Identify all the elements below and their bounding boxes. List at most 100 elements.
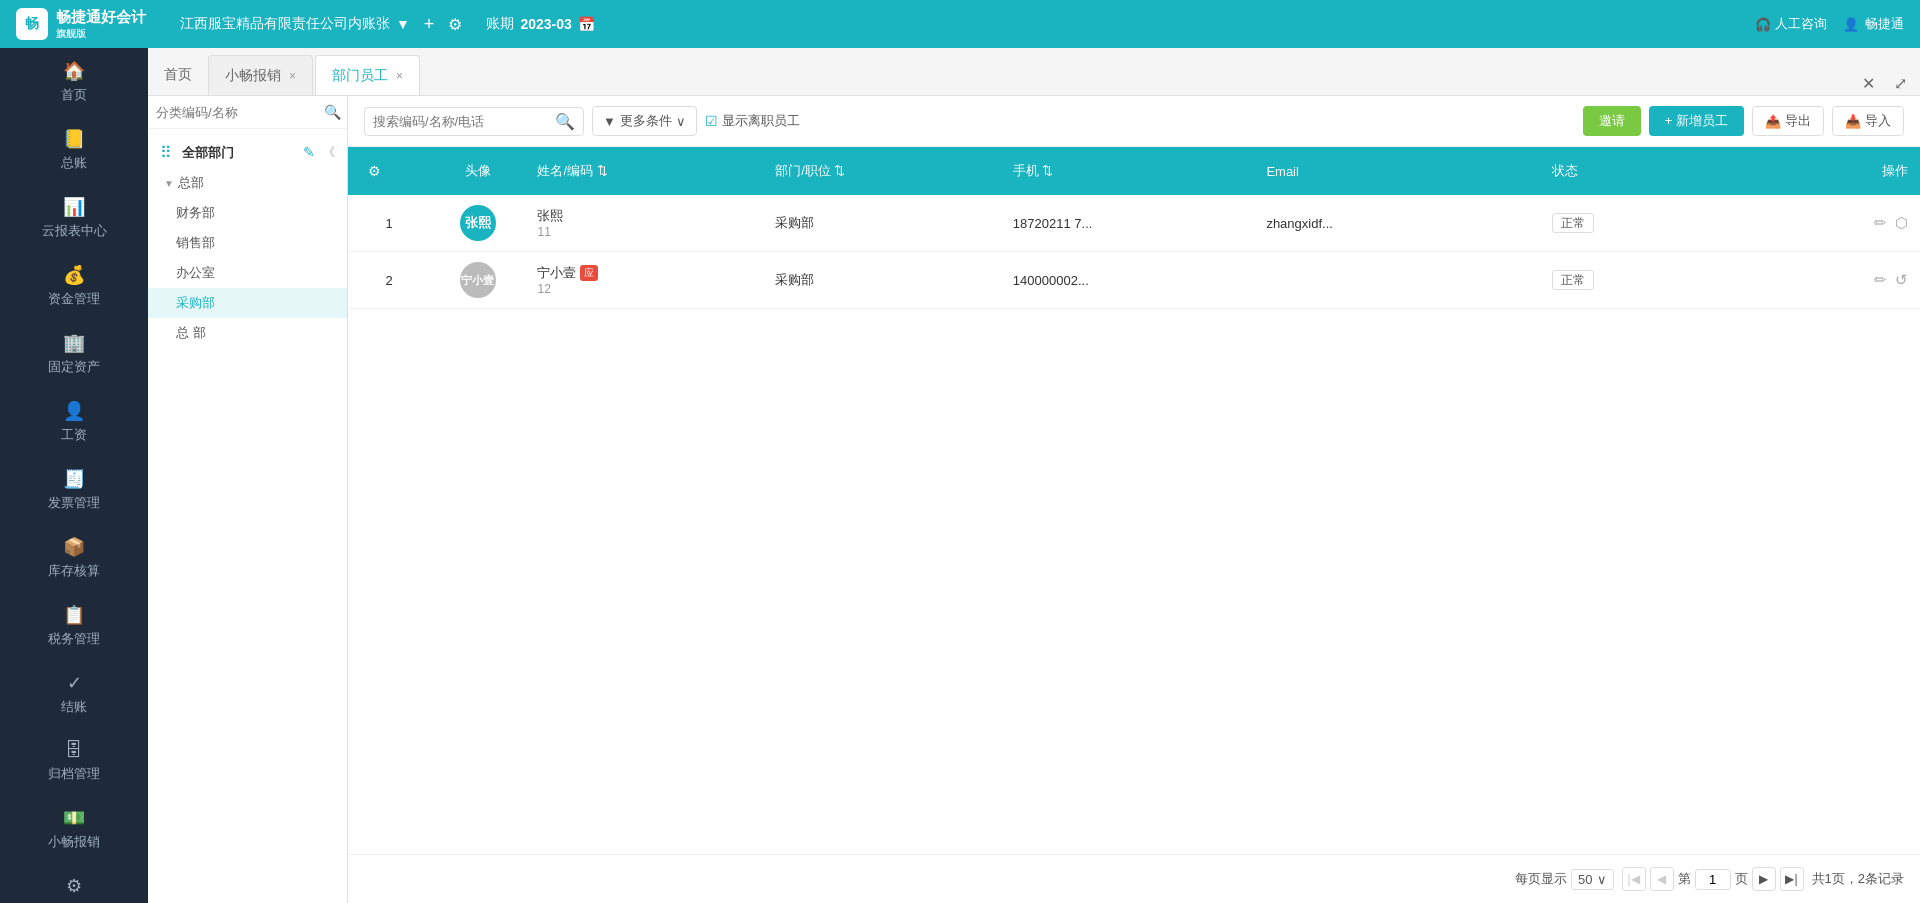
sidebar: 🏠 首页 📒 总账 📊 云报表中心 💰 资金管理 🏢 固定资产 👤 工资 🧾 发… xyxy=(0,48,148,903)
tab-close-dept[interactable]: × xyxy=(396,69,403,83)
assets-icon: 🏢 xyxy=(63,332,85,354)
row-status-2: 正常 xyxy=(1540,252,1730,309)
tab-dept[interactable]: 部门员工 × xyxy=(315,55,420,95)
row-name-1: 张熙 11 xyxy=(525,195,763,252)
sidebar-item-ledger[interactable]: 📒 总账 xyxy=(0,116,148,184)
row-status-1: 正常 xyxy=(1540,195,1730,252)
topbar-right: 🎧 人工咨询 👤 畅捷通 xyxy=(1755,15,1904,33)
tabs-bar: 首页 小畅报销 × 部门员工 × ✕ ⤢ xyxy=(148,48,1920,96)
reports-icon: 📊 xyxy=(63,196,85,218)
tab-expense[interactable]: 小畅报销 × xyxy=(208,55,313,95)
edit-icon-1[interactable]: ✏ xyxy=(1874,214,1887,232)
search-icon: 🔍 xyxy=(324,104,341,120)
page-size: 每页显示 50 ∨ xyxy=(1515,869,1613,890)
col-phone-header[interactable]: 手机 ⇅ xyxy=(1001,147,1255,195)
period: 账期 2023-03 📅 xyxy=(486,15,594,33)
import-icon: 📥 xyxy=(1845,114,1861,129)
table-row: 1 张熙 张熙 11 采购部 xyxy=(348,195,1920,252)
capital-icon: 💰 xyxy=(63,264,85,286)
employee-search-box: 🔍 xyxy=(364,107,584,136)
add-employee-button[interactable]: + 新增员工 xyxy=(1649,106,1744,136)
invoice-icon: 🧾 xyxy=(63,468,85,490)
dept-item-finance[interactable]: 财务部 xyxy=(148,198,347,228)
collapse-icon[interactable]: 《 xyxy=(323,144,335,161)
row-phone-2: 140000002... xyxy=(1001,252,1255,309)
last-page-button[interactable]: ▶| xyxy=(1780,867,1804,891)
dept-item-office[interactable]: 办公室 xyxy=(148,258,347,288)
headset-icon: 🎧 xyxy=(1755,17,1771,32)
sidebar-label-reports: 云报表中心 xyxy=(42,222,107,240)
dept-root[interactable]: ▼ 总部 xyxy=(148,168,347,198)
page-nav: |◀ ◀ 第 页 ▶ ▶| xyxy=(1622,867,1804,891)
dept-item-sales[interactable]: 销售部 xyxy=(148,228,347,258)
sidebar-label-home: 首页 xyxy=(61,86,87,104)
next-page-button[interactable]: ▶ xyxy=(1752,867,1776,891)
row-email-2 xyxy=(1254,252,1539,309)
col-email-header: Email xyxy=(1254,147,1539,195)
sidebar-item-capital[interactable]: 💰 资金管理 xyxy=(0,252,148,320)
row-avatar-2: 宁小壹 xyxy=(430,252,525,309)
employee-code-2: 12 xyxy=(537,282,751,296)
sidebar-item-invoice[interactable]: 🧾 发票管理 xyxy=(0,456,148,524)
dept-search-box: 🔍 xyxy=(148,96,347,129)
invite-button[interactable]: 邀请 xyxy=(1583,106,1641,136)
all-dept-header[interactable]: ⠿ 全部部门 ✎ 《 xyxy=(148,137,347,168)
filter-button[interactable]: ▼ 更多条件 ∨ xyxy=(592,106,697,136)
page-size-select[interactable]: 50 ∨ xyxy=(1571,869,1613,890)
window-maximize-button[interactable]: ⤢ xyxy=(1888,71,1912,95)
edit-icon-2[interactable]: ✏ xyxy=(1874,271,1887,289)
sidebar-item-close[interactable]: ✓ 结账 xyxy=(0,660,148,728)
window-close-button[interactable]: ✕ xyxy=(1856,71,1880,95)
add-dept-icon[interactable]: ✎ xyxy=(303,144,315,161)
sidebar-label-close: 结账 xyxy=(61,698,87,716)
logout-icon-1[interactable]: ⬡ xyxy=(1895,214,1908,232)
tab-home[interactable]: 首页 xyxy=(148,55,208,95)
sidebar-item-inventory[interactable]: 📦 库存核算 xyxy=(0,524,148,592)
status-badge-2: 正常 xyxy=(1552,270,1594,290)
employee-code-1: 11 xyxy=(537,225,751,239)
import-button[interactable]: 📥 导入 xyxy=(1832,106,1904,136)
avatar-1: 张熙 xyxy=(460,205,496,241)
dept-search-input[interactable] xyxy=(156,105,324,120)
col-action-header: 操作 xyxy=(1730,147,1920,195)
dept-tree: ⠿ 全部部门 ✎ 《 ▼ 总部 财务部 销售部 办公室 采购部 xyxy=(148,129,347,903)
inventory-icon: 📦 xyxy=(63,536,85,558)
consult-button[interactable]: 🎧 人工咨询 xyxy=(1755,15,1827,33)
col-settings[interactable]: ⚙ xyxy=(348,147,430,195)
ledger-icon: 📒 xyxy=(63,128,85,150)
prev-page-button[interactable]: ◀ xyxy=(1650,867,1674,891)
sidebar-item-salary[interactable]: 👤 工资 xyxy=(0,388,148,456)
row-num-2: 2 xyxy=(348,252,430,309)
delete-icon-2[interactable]: ↺ xyxy=(1895,271,1908,289)
export-button[interactable]: 📤 导出 xyxy=(1752,106,1824,136)
dept-item-purchase[interactable]: 采购部 xyxy=(148,288,347,318)
row-action-2: ✏ ↺ xyxy=(1730,252,1920,309)
sidebar-label-assets: 固定资产 xyxy=(48,358,100,376)
user-info[interactable]: 👤 畅捷通 xyxy=(1843,15,1904,33)
sidebar-item-settings[interactable]: ⚙ 基础设置 xyxy=(0,863,148,903)
page-input[interactable] xyxy=(1695,869,1731,890)
row-dept-1: 采购部 xyxy=(763,195,1001,252)
sidebar-label-tax: 税务管理 xyxy=(48,630,100,648)
sidebar-label-expense: 小畅报销 xyxy=(48,833,100,851)
sidebar-item-archive[interactable]: 🗄 归档管理 xyxy=(0,728,148,795)
company-name[interactable]: 江西服宝精品有限责任公司内账张 ▼ + ⚙ xyxy=(180,14,462,35)
settings-gear-icon[interactable]: ⚙ xyxy=(360,157,388,185)
sidebar-item-expense[interactable]: 💵 小畅报销 xyxy=(0,795,148,863)
tax-icon: 📋 xyxy=(63,604,85,626)
sidebar-item-tax[interactable]: 📋 税务管理 xyxy=(0,592,148,660)
show-resigned-checkbox[interactable]: ☑ 显示离职员工 xyxy=(705,112,800,130)
employee-search-input[interactable] xyxy=(373,114,551,129)
close-account-icon: ✓ xyxy=(67,672,82,694)
dept-item-general[interactable]: 总 部 xyxy=(148,318,347,348)
sidebar-item-reports[interactable]: 📊 云报表中心 xyxy=(0,184,148,252)
toolbar: 🔍 ▼ 更多条件 ∨ ☑ 显示离职员工 邀请 + 新增员工 xyxy=(348,96,1920,147)
col-dept-header[interactable]: 部门/职位 ⇅ xyxy=(763,147,1001,195)
chevron-down-icon: ∨ xyxy=(1597,872,1607,887)
tab-close-expense[interactable]: × xyxy=(289,69,296,83)
col-name-header[interactable]: 姓名/编码 ⇅ xyxy=(525,147,763,195)
sidebar-item-home[interactable]: 🏠 首页 xyxy=(0,48,148,116)
first-page-button[interactable]: |◀ xyxy=(1622,867,1646,891)
sidebar-item-assets[interactable]: 🏢 固定资产 xyxy=(0,320,148,388)
chevron-icon: ∨ xyxy=(676,114,686,129)
